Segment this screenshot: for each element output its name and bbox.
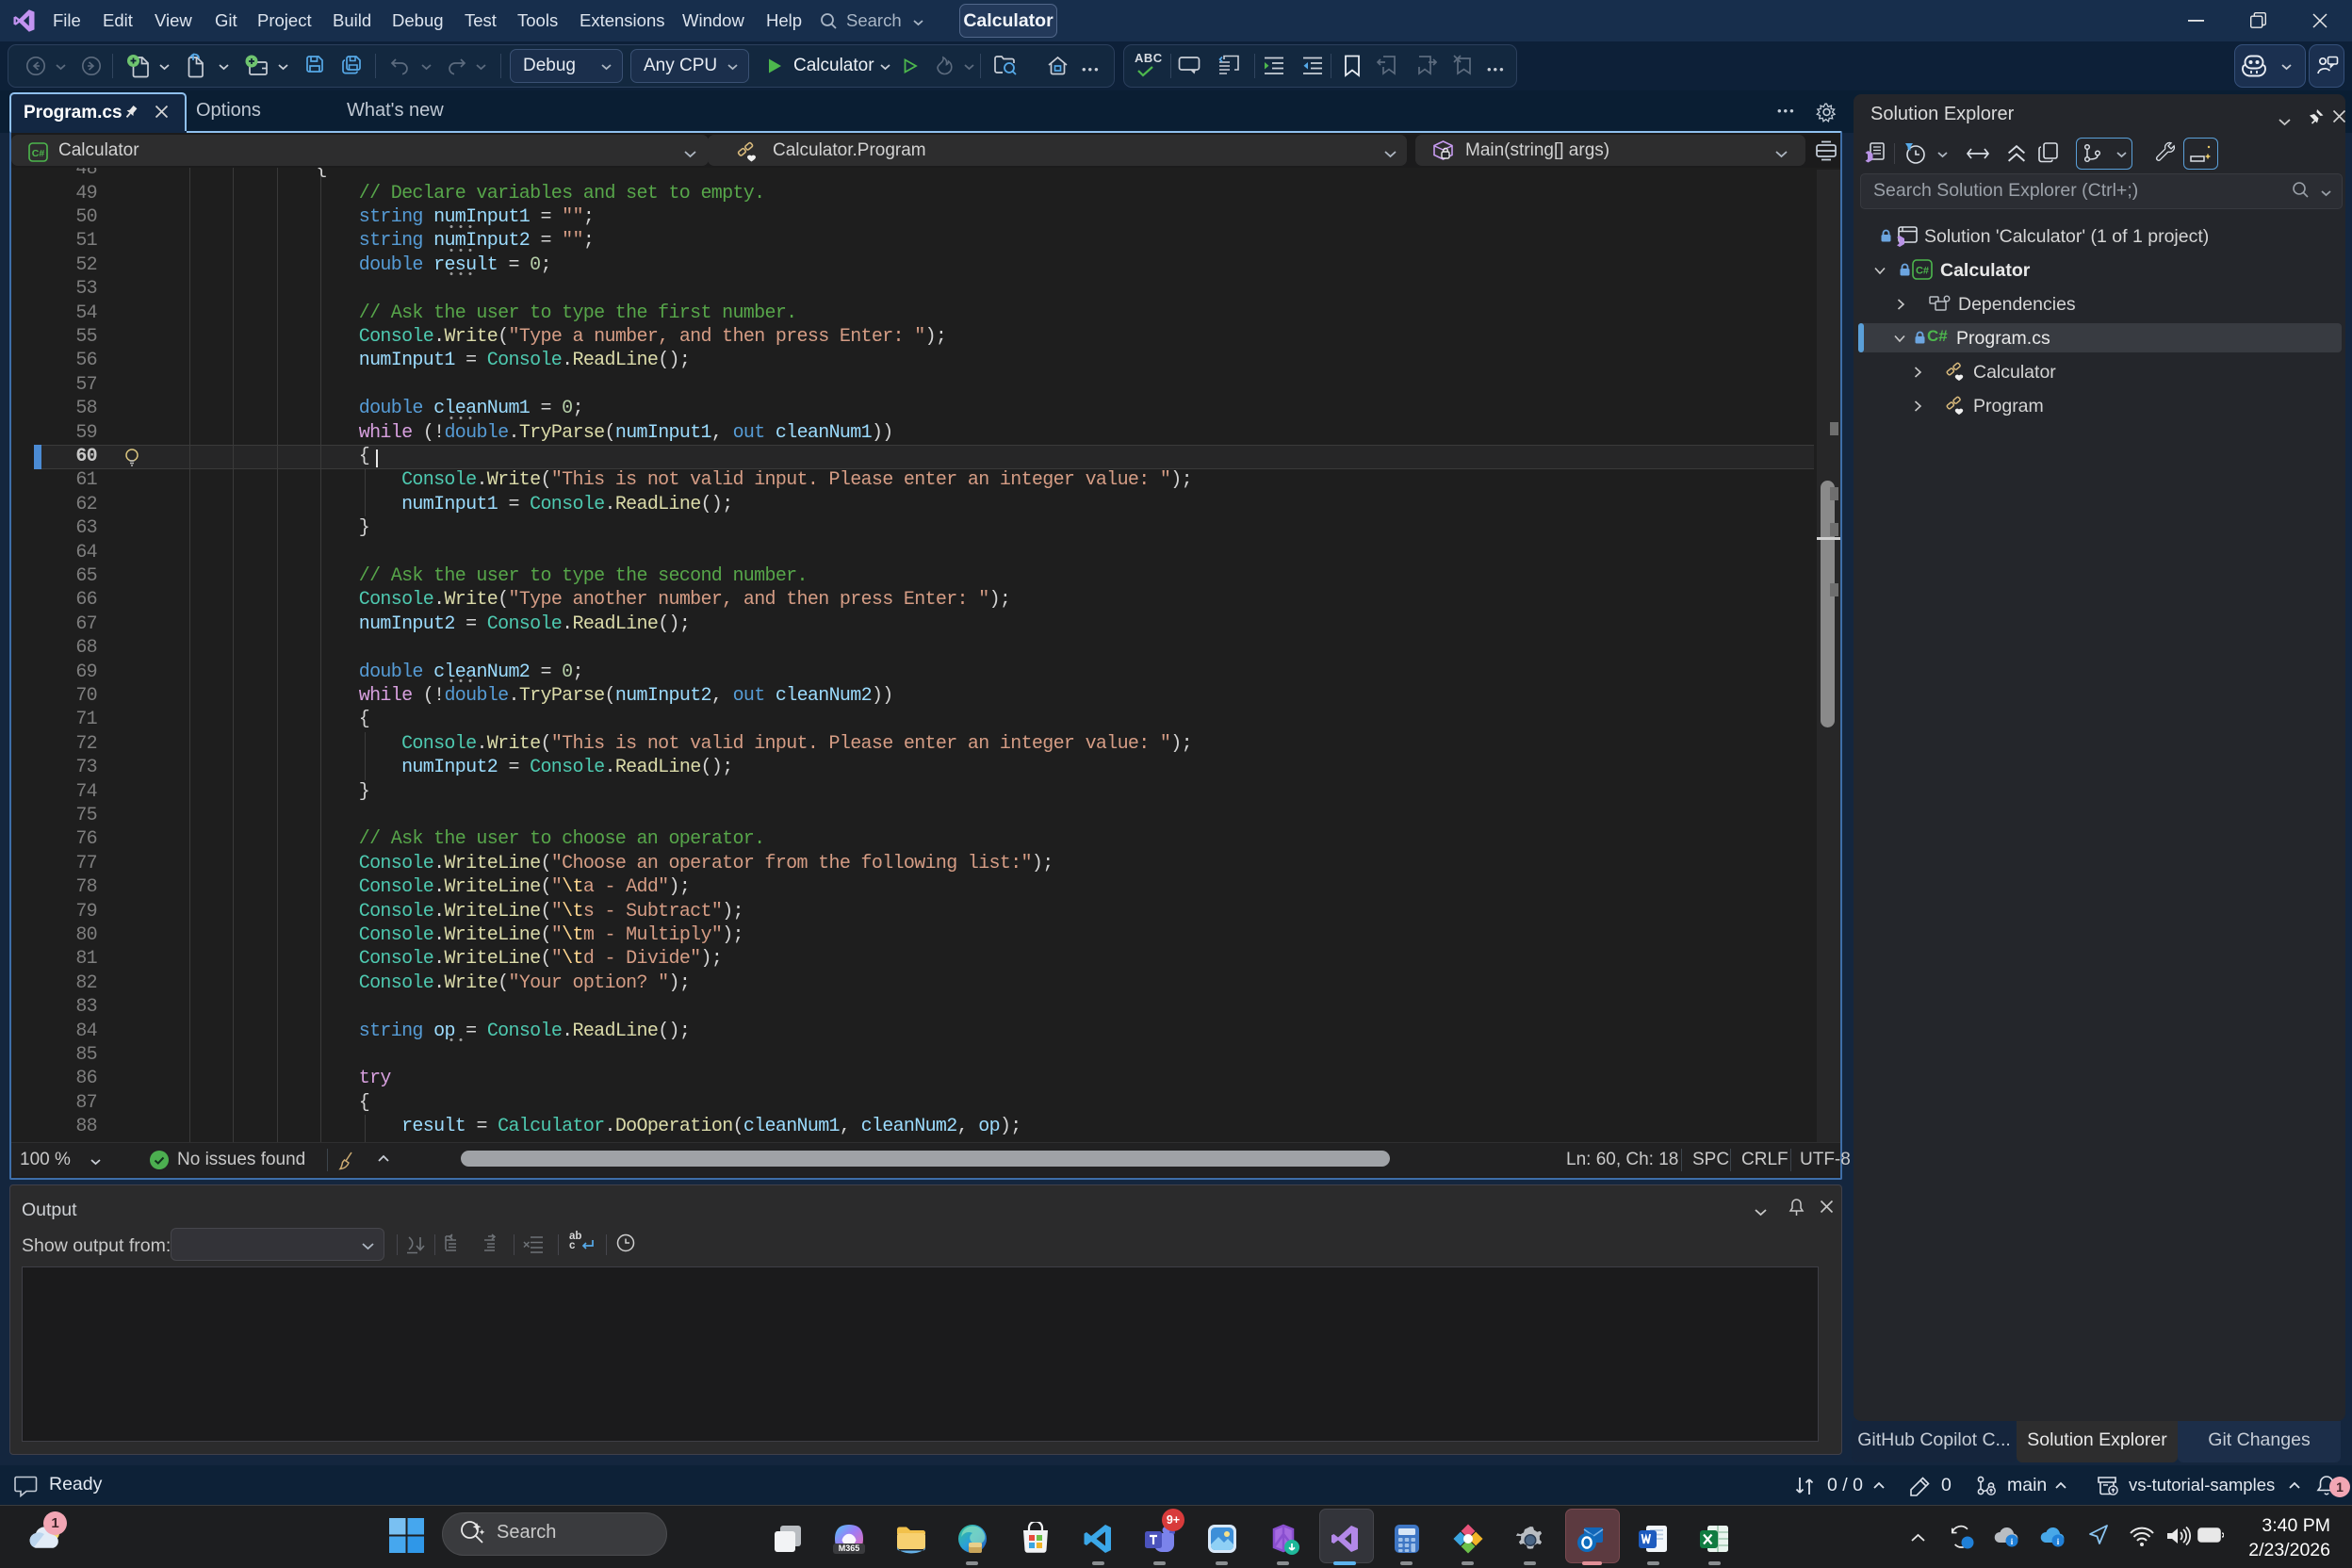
svg-text:C#: C# bbox=[32, 148, 45, 159]
svg-text:C#: C# bbox=[1916, 266, 1929, 277]
